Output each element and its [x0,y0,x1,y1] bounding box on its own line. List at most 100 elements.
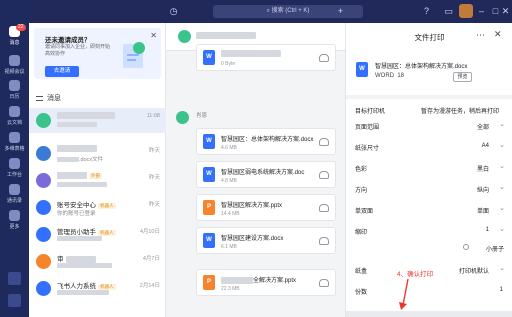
invite-illustration-icon [123,42,145,68]
more-icon[interactable]: ⋯ [476,30,485,41]
left-rail: 消息 22 视频会议 日历 云文档 多维表格 工作台 通讯录 更多 [0,0,29,317]
file-name: 智慧园区：总体架构解决方案.docx [221,137,314,143]
file-size: 4.8 MB [221,178,237,184]
app-switch-icon-2[interactable] [8,294,21,307]
conv-time: 昨天 [148,175,160,181]
window-mode-icon[interactable]: ▭ [443,6,454,17]
cloud-download-icon[interactable] [319,171,329,179]
conv-preview [57,122,97,128]
conv-preview: 你的账号已登录 [57,211,96,217]
more-icon [9,210,20,221]
preview-button[interactable]: 预览 [453,72,472,82]
sender-avatar [176,111,189,124]
file-card[interactable]: P 全解决方案.pptx 22.3 MB [196,269,336,296]
calendar-icon [9,80,20,91]
conversation-list-panel: 还未邀请成员？ 邀请同事加入企业，即刻开始高效协作 去邀请 ✕ 消息 11:08… [29,23,166,317]
conv-time: 11:08 [146,113,160,119]
chevron-down-icon: ⌄ [499,163,505,170]
rail-item-video-meeting[interactable]: 视频会议 [0,55,29,75]
list-item[interactable]: 管理员小助手 机器人 4月10日 [29,222,166,247]
bot-tag: 机器人 [98,203,116,209]
cloud-download-icon[interactable] [319,204,329,212]
rail-item-contacts[interactable]: 通讯录 [0,184,29,204]
close-icon[interactable]: ✕ [494,29,502,40]
group-avatar [178,30,191,43]
file-card[interactable]: W 智慧园区建设方案.docx 6.1 MB [196,227,336,254]
cloud-download-icon[interactable] [319,237,329,245]
contacts-icon [9,184,20,195]
avatar [36,254,51,269]
chevron-down-icon: ⌄ [499,121,505,128]
file-name: 智慧园区弱电系统解决方案.doc [221,170,305,176]
word-file-icon: W [356,62,368,77]
conv-name: 飞书人力系统 机器人 [57,283,116,290]
chevron-down-icon: ⌄ [499,184,505,191]
add-icon[interactable]: + [335,6,346,17]
cloud-download-icon[interactable] [319,138,329,146]
external-tag: 外部 [89,173,102,180]
conv-time: 昨天 [148,202,160,208]
help-icon[interactable]: ? [421,6,432,17]
rail-item-docs[interactable]: 云文档 [0,106,29,126]
file-name: 智慧园区解决方案.pptx [221,203,283,209]
file-size: 0 Byte [221,61,236,67]
file-size: 14.4 MB [221,211,240,217]
rail-item-calendar[interactable]: 日历 [0,80,29,100]
close-icon[interactable]: ✕ [150,31,157,40]
step-annotation: 4、确认打印 [397,271,434,278]
avatar [36,146,51,161]
conv-name: 管理员小助手 机器人 [57,229,116,236]
duplex-select[interactable]: 单双面 单面 ⌄ [346,199,512,221]
page-range-select[interactable]: 页面范围 全部 ⌄ [346,115,512,137]
invite-button[interactable]: 去邀请 [45,66,79,77]
file-card[interactable]: W 智慧园区弱电系统解决方案.doc 4.8 MB [196,161,336,188]
confirm-print-bar[interactable] [346,311,512,317]
list-item[interactable]: .docx文件 昨天 [29,141,166,166]
file-card[interactable]: P 智慧园区解决方案.pptx 14.4 MB [196,194,336,221]
rail-item-workplace[interactable]: 工作台 [0,158,29,178]
booklet-option[interactable]: 小册子 [346,237,512,259]
list-item[interactable]: 11:08 [29,108,166,133]
file-size: 4.6 MB [221,145,237,151]
conv-time: 4月7日 [142,256,160,262]
file-size: 22.3 MB [221,286,240,292]
list-item[interactable]: 账号安全中心 机器人 你的账号已登录 昨天 [29,195,166,220]
table-icon [9,132,20,143]
conv-name: 外部 [57,172,102,180]
video-icon [9,55,20,66]
cloud-download-icon[interactable] [319,279,329,287]
doc-meta: WORD 18 [375,73,405,79]
chat-title [196,32,256,39]
paper-size-select[interactable]: 纸张尺寸 A4 ⌄ [346,136,512,158]
file-card[interactable]: W 0 Byte [196,44,336,71]
list-item[interactable]: 外部 昨天 [29,168,166,193]
color-select[interactable]: 色彩 黑白 ⌄ [346,157,512,179]
rail-item-messages[interactable]: 消息 22 [0,24,29,46]
avatar[interactable] [459,4,473,18]
app-switch-icon[interactable] [8,272,21,285]
invite-card: 还未邀请成员？ 邀请同事加入企业，即刻开始高效协作 去邀请 ✕ [34,28,161,79]
close-icon[interactable]: ✕ [500,6,511,17]
chevron-down-icon: ⌄ [499,142,505,149]
copies-input[interactable]: 份数 1 [346,280,512,302]
avatar [36,281,51,296]
list-item[interactable]: 审 4月7日 [29,249,166,274]
menu-icon[interactable] [36,95,43,101]
grid-icon [9,158,20,169]
sender-name: 肖恩 [196,113,208,119]
orientation-select[interactable]: 方向 纵向 ⌄ [346,178,512,200]
history-icon[interactable]: ◷ [168,6,179,17]
file-card[interactable]: W 智慧园区：总体架构解决方案.docx 4.6 MB [196,128,336,155]
chevron-down-icon: ⌄ [499,265,505,272]
list-item[interactable]: 飞书人力系统 机器人 2月14日 [29,276,166,301]
list-header: 消息 [36,93,61,103]
rail-item-base[interactable]: 多维表格 [0,132,29,152]
minimize-icon[interactable]: – [476,6,487,17]
cloud-download-icon[interactable] [319,54,329,62]
file-name: 智慧园区建设方案.docx [221,236,284,242]
conv-name [57,112,115,119]
conv-time: 昨天 [148,148,160,154]
radio-icon[interactable] [463,244,469,250]
rail-item-more[interactable]: 更多 [0,210,29,230]
avatar [36,227,51,242]
